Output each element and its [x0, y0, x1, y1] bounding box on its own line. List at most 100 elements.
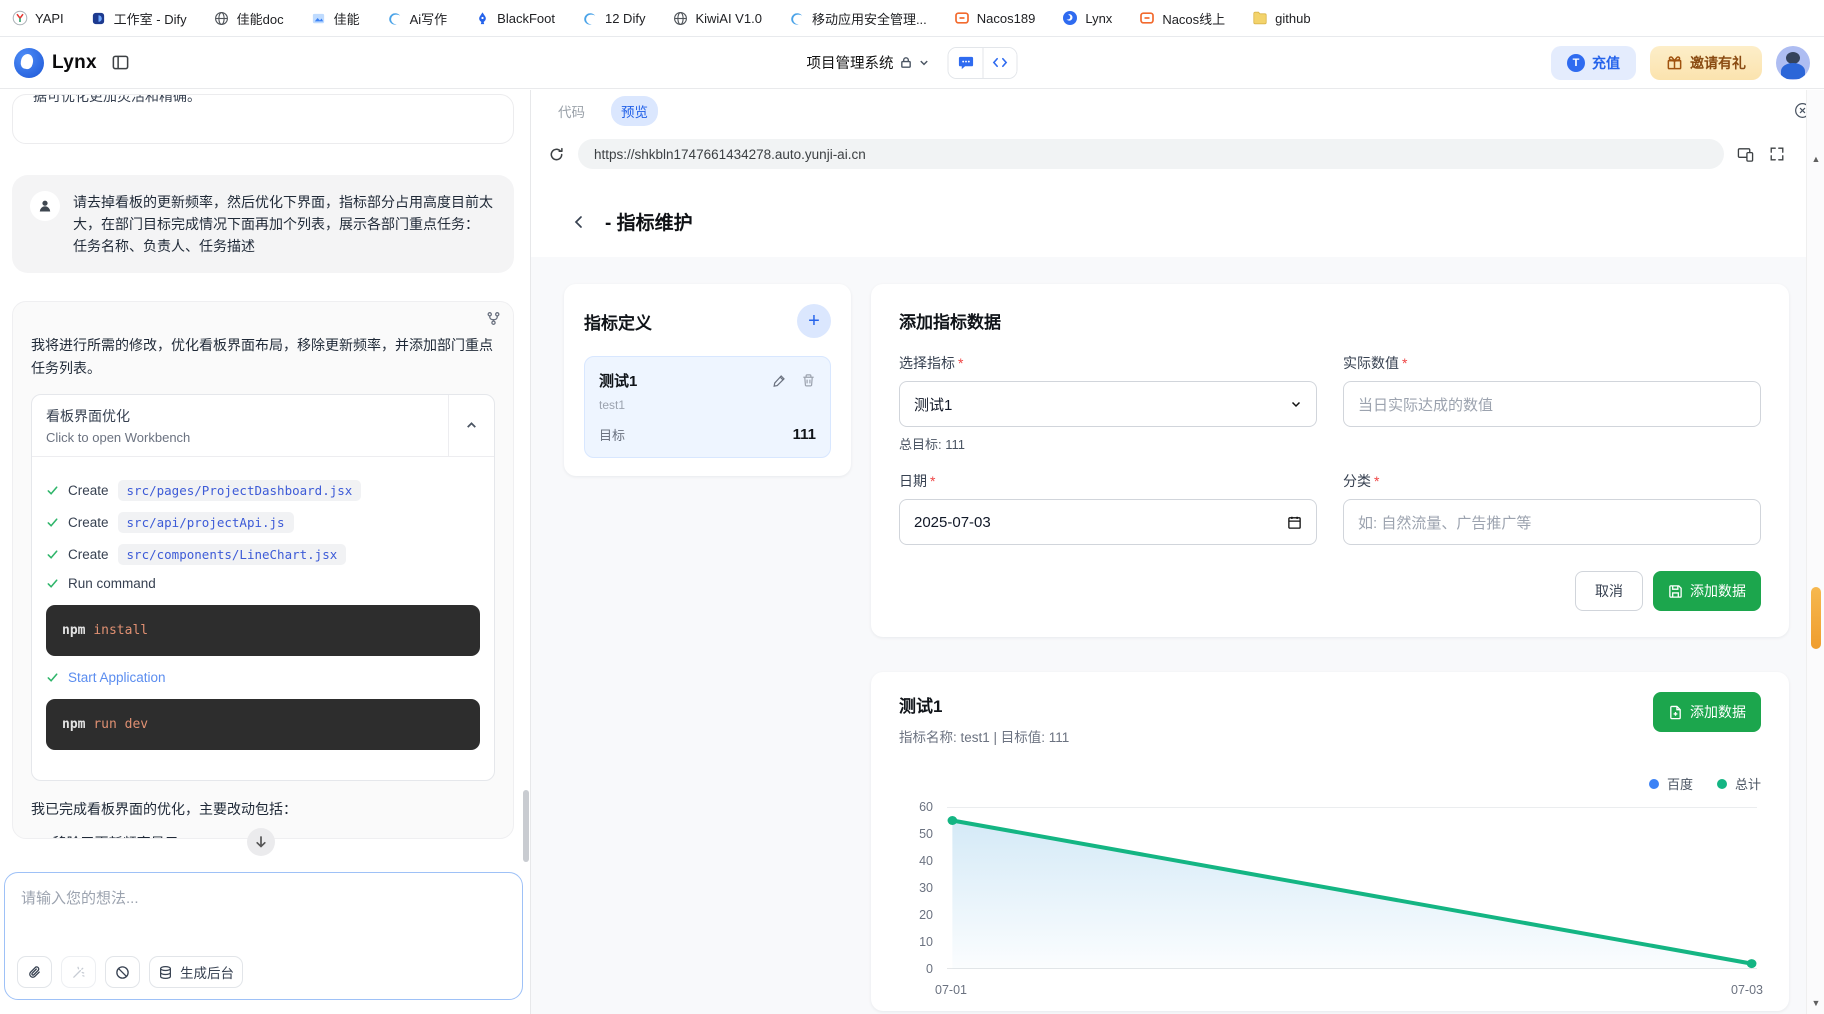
mode-switch-group [947, 46, 1018, 79]
step-label: Create [68, 547, 109, 562]
category-input[interactable]: 如: 自然流量、广告推广等 [1343, 499, 1761, 545]
bookmark-item[interactable]: BlackFoot [474, 10, 555, 26]
bookmark-item[interactable]: 佳能doc [214, 9, 284, 28]
magic-wand-button[interactable] [61, 956, 96, 988]
fullscreen-icon[interactable] [1769, 146, 1785, 162]
recharge-label: 充值 [1592, 54, 1620, 71]
metric-list-item[interactable]: 测试1 test1 目标 111 [584, 356, 831, 458]
bookmark-label: 佳能 [333, 11, 360, 27]
workbench-open-area[interactable]: 看板界面优化 Click to open Workbench [32, 395, 448, 456]
workbench-step[interactable]: Start Application [46, 670, 480, 685]
edit-icon[interactable] [772, 373, 787, 388]
pen-off-icon [116, 965, 129, 979]
refresh-icon[interactable] [548, 146, 565, 163]
chart-legend: 百度 总计 [899, 774, 1761, 793]
invite-label: 邀请有礼 [1690, 54, 1746, 71]
user-avatar[interactable] [1776, 45, 1810, 80]
workbench-collapse-button[interactable] [448, 395, 494, 456]
tab-preview[interactable]: 预览 [611, 96, 658, 126]
bookmark-item[interactable]: Nacos线上 [1139, 9, 1225, 28]
composer[interactable]: 请输入您的想法... 生成后台 [4, 872, 523, 1000]
chart-add-data-button[interactable]: 添加数据 [1653, 692, 1761, 732]
legend-item[interactable]: 百度 [1648, 774, 1693, 793]
swirl-favicon-icon [387, 10, 403, 26]
chevron-up-icon [467, 422, 476, 428]
actual-value-input[interactable]: 当日实际达成的数值 [1343, 381, 1761, 427]
required-asterisk: * [1374, 473, 1380, 489]
invite-button[interactable]: 邀请有礼 [1650, 45, 1762, 80]
nacos-favicon-icon [1139, 10, 1155, 26]
swirl-favicon-icon [789, 10, 805, 26]
scrollbar-up-arrow[interactable]: ▲ [1807, 154, 1824, 164]
delete-icon[interactable] [801, 373, 816, 388]
bookmarks-bar: YAPI 工作室 - Dify 佳能doc 佳能 Ai写作 BlackFoot 12 Dif… [0, 0, 1824, 37]
start-application-link[interactable]: Start Application [68, 670, 166, 685]
tab-code[interactable]: 代码 [548, 96, 595, 126]
bookmark-item[interactable]: KiwiAI V1.0 [672, 10, 762, 26]
branch-icon[interactable] [486, 311, 501, 326]
bookmark-label: BlackFoot [497, 10, 555, 26]
metric-select[interactable]: 测试1 [899, 381, 1317, 427]
bookmark-item[interactable]: Nacos189 [954, 10, 1035, 26]
legend-dot-icon [1716, 778, 1727, 789]
bookmark-item[interactable]: 12 Dify [582, 10, 645, 26]
url-bar: https://shkbln1747661434278.auto.yunji-a… [531, 132, 1824, 176]
bookmark-item[interactable]: Lynx [1062, 10, 1112, 26]
sidebar-toggle-icon[interactable] [111, 53, 130, 72]
check-icon [46, 516, 59, 529]
user-message-avatar [30, 191, 60, 221]
bookmark-item[interactable]: 工作室 - Dify [91, 9, 187, 28]
chat-scrollbar-thumb[interactable] [523, 790, 529, 862]
scrollbar-down-arrow[interactable]: ▼ [1807, 998, 1824, 1008]
submit-add-data-button[interactable]: 添加数据 [1653, 571, 1761, 611]
paperclip-icon [29, 965, 40, 978]
bookmark-item[interactable]: 移动应用安全管理... [789, 9, 927, 28]
calendar-icon[interactable] [1287, 515, 1302, 530]
back-button[interactable] [571, 214, 587, 230]
legend-label: 百度 [1666, 777, 1693, 792]
file-path-chip[interactable]: src/components/LineChart.jsx [117, 544, 347, 565]
globe-favicon-icon [672, 10, 688, 26]
scroll-to-bottom-button[interactable] [247, 828, 275, 856]
file-path-chip[interactable]: src/pages/ProjectDashboard.jsx [117, 480, 362, 501]
chat-mode-button[interactable] [948, 47, 983, 78]
page-title: - 指标维护 [605, 213, 693, 234]
add-metric-button[interactable]: + [797, 304, 831, 338]
no-edit-button[interactable] [105, 956, 140, 988]
assistant-summary-text: 我已完成看板界面的优化，主要改动包括： [31, 801, 297, 817]
cancel-button[interactable]: 取消 [1575, 571, 1643, 611]
workbench-step[interactable]: Create src/components/LineChart.jsx [46, 544, 480, 565]
workbench-steps: Create src/pages/ProjectDashboard.jsx Crea… [32, 456, 494, 780]
url-input[interactable]: https://shkbln1747661434278.auto.yunji-a… [578, 139, 1724, 169]
legend-item[interactable]: 总计 [1716, 774, 1761, 793]
date-input[interactable]: 2025-07-03 [899, 499, 1317, 545]
y-tick-label: 60 [919, 800, 933, 814]
file-path-chip[interactable]: src/api/projectApi.js [117, 512, 294, 533]
bookmark-item[interactable]: github [1252, 10, 1311, 26]
responsive-device-icon[interactable] [1737, 146, 1754, 163]
chevron-left-icon [574, 215, 582, 228]
folder-favicon-icon [1252, 10, 1268, 26]
bookmark-item[interactable]: 佳能 [311, 9, 360, 28]
person-icon [39, 200, 51, 212]
browser-scrollbar[interactable]: ▲ ▼ [1806, 90, 1824, 1014]
generate-backend-label: 生成后台 [180, 966, 234, 981]
workbench-step[interactable]: Create src/pages/ProjectDashboard.jsx [46, 480, 480, 501]
check-icon [47, 518, 58, 527]
terminal-code-block: npm install [46, 605, 480, 656]
project-switcher[interactable]: 项目管理系统 [807, 52, 930, 73]
bookmark-label: KiwiAI V1.0 [695, 10, 762, 26]
generate-backend-button[interactable]: 生成后台 [149, 956, 243, 988]
workbench-step[interactable]: Create src/api/projectApi.js [46, 512, 480, 533]
lynx-favicon-icon [1062, 10, 1078, 26]
check-icon [46, 548, 59, 561]
check-icon [47, 579, 58, 588]
scrollbar-thumb[interactable] [1811, 587, 1821, 649]
bookmark-item[interactable]: Ai写作 [387, 9, 447, 28]
brand[interactable]: Lynx [14, 47, 97, 78]
legend-label: 总计 [1734, 777, 1761, 792]
attach-button[interactable] [17, 956, 52, 988]
recharge-button[interactable]: T 充值 [1551, 45, 1636, 80]
code-mode-button[interactable] [982, 47, 1017, 78]
bookmark-item[interactable]: YAPI [12, 10, 64, 26]
